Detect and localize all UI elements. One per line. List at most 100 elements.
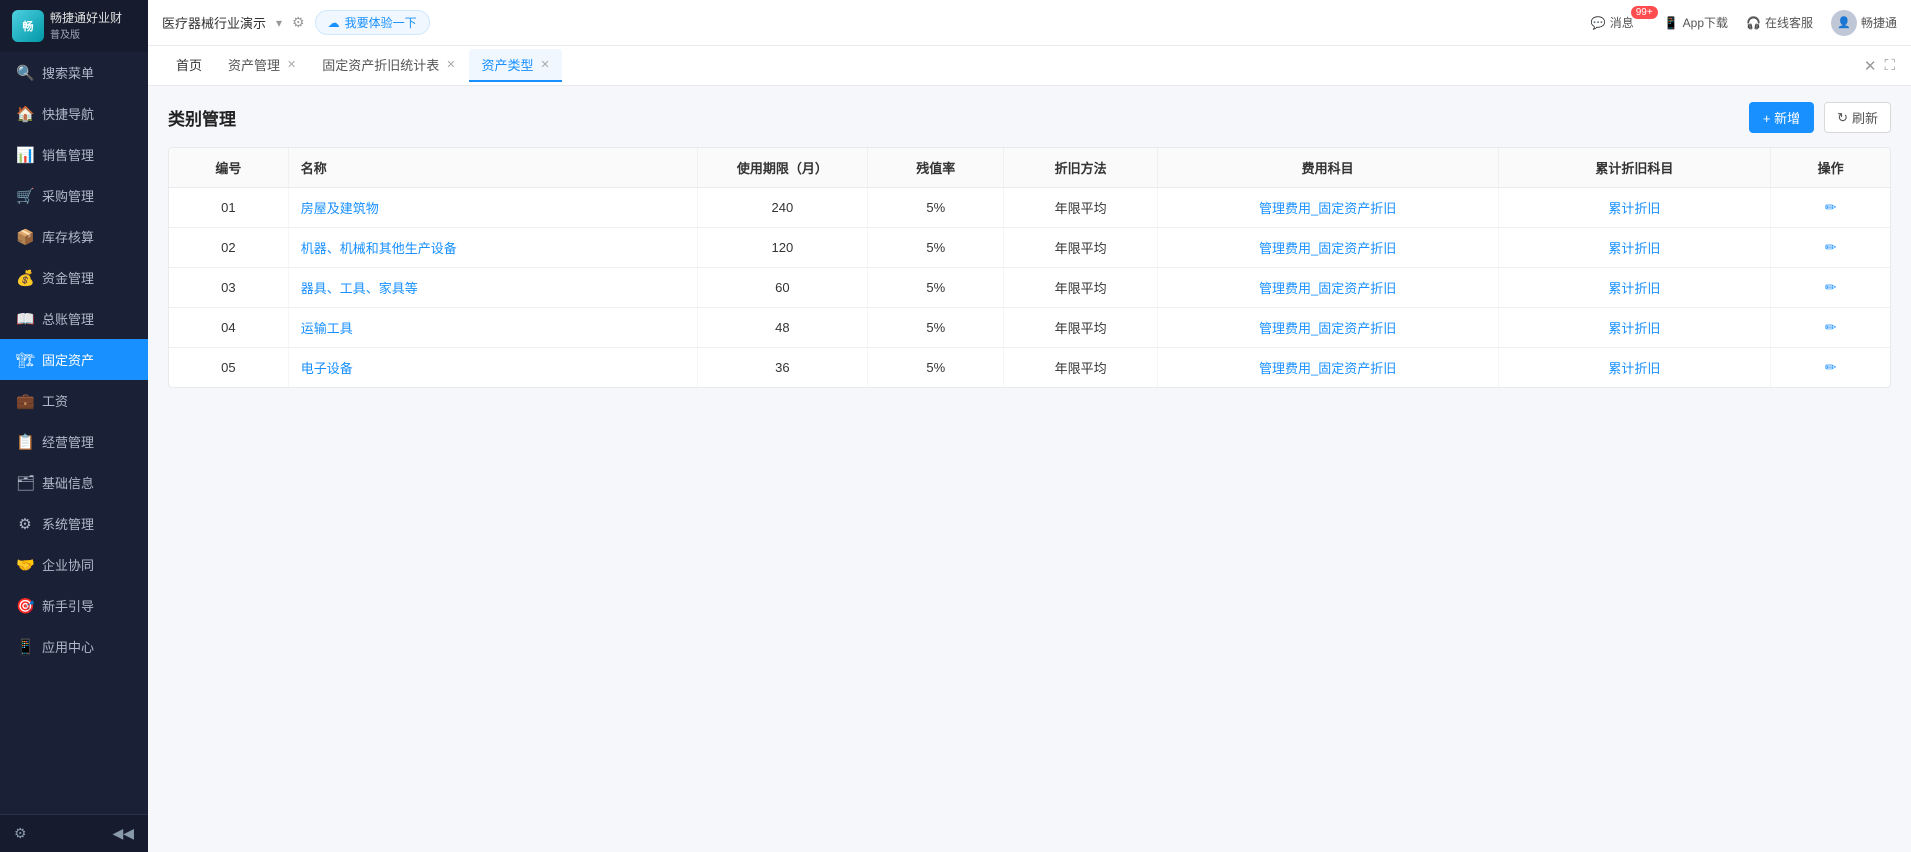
cell-operation: ✏ bbox=[1771, 228, 1890, 268]
sidebar-item-operation[interactable]: 📋 经营管理 bbox=[0, 421, 148, 462]
appcenter-icon: 📱 bbox=[16, 638, 34, 656]
table-row: 04 运输工具 48 5% 年限平均 管理费用_固定资产折旧 累计折旧 ✏ bbox=[169, 308, 1890, 348]
tab-asset-type[interactable]: 资产类型 ✕ bbox=[469, 49, 561, 82]
main-area: 医疗器械行业演示 ▾ ⚙ ☁ 我要体验一下 💬 消息 99+ 📱 App下载 🎧… bbox=[148, 0, 1911, 852]
sidebar-item-label: 基础信息 bbox=[42, 473, 94, 492]
logo-sub: 普及版 bbox=[50, 26, 122, 41]
operation-icon: 📋 bbox=[16, 433, 34, 451]
page-title: 类别管理 bbox=[168, 105, 236, 130]
notification-icon: 💬 bbox=[1591, 16, 1606, 30]
cell-accumulated: 累计折旧 bbox=[1498, 348, 1771, 388]
app-download-label: App下载 bbox=[1683, 14, 1728, 31]
sidebar-logo: 畅 畅捷通好业财 普及版 bbox=[0, 0, 148, 52]
tab-asset-type-label: 资产类型 bbox=[481, 55, 533, 74]
topbar-gear-icon[interactable]: ⚙ bbox=[292, 14, 305, 31]
sidebar-item-system[interactable]: ⚙ 系统管理 bbox=[0, 503, 148, 544]
sidebar-item-inventory[interactable]: 📦 库存核算 bbox=[0, 216, 148, 257]
collapse-icon[interactable]: ◀◀ bbox=[112, 825, 134, 842]
edit-icon[interactable]: ✏ bbox=[1825, 239, 1837, 255]
sidebar-item-search[interactable]: 🔍 搜索菜单 bbox=[0, 52, 148, 93]
purchase-icon: 🛒 bbox=[16, 187, 34, 205]
cell-method: 年限平均 bbox=[1004, 348, 1157, 388]
edit-icon[interactable]: ✏ bbox=[1825, 359, 1837, 375]
sidebar-item-basic[interactable]: 🗂 基础信息 bbox=[0, 462, 148, 503]
experience-button[interactable]: ☁ 我要体验一下 bbox=[315, 10, 430, 35]
sidebar-item-label: 应用中心 bbox=[42, 637, 94, 656]
tab-depreciation[interactable]: 固定资产折旧统计表 ✕ bbox=[310, 49, 467, 82]
page-header: 类别管理 + 新增 ↻ 刷新 bbox=[168, 102, 1891, 133]
cell-name: 器具、工具、家具等 bbox=[288, 268, 697, 308]
search-icon: 🔍 bbox=[16, 64, 34, 82]
sidebar-item-sales[interactable]: 📊 销售管理 bbox=[0, 134, 148, 175]
tab-asset-mgmt-label: 资产管理 bbox=[228, 55, 280, 74]
edit-icon[interactable]: ✏ bbox=[1825, 199, 1837, 215]
sidebar-item-guide[interactable]: 🎯 新手引导 bbox=[0, 585, 148, 626]
sidebar-item-label: 总账管理 bbox=[42, 309, 94, 328]
tab-depreciation-close[interactable]: ✕ bbox=[446, 58, 455, 71]
col-header-residual: 残值率 bbox=[868, 148, 1004, 188]
sidebar-item-label: 企业协同 bbox=[42, 555, 94, 574]
col-header-operation: 操作 bbox=[1771, 148, 1890, 188]
window-close-icon[interactable]: ✕ bbox=[1864, 57, 1877, 75]
avatar: 👤 bbox=[1831, 10, 1857, 36]
sidebar-item-enterprise[interactable]: 🤝 企业协同 bbox=[0, 544, 148, 585]
notification-badge: 99+ bbox=[1631, 6, 1658, 19]
col-header-expense: 费用科目 bbox=[1157, 148, 1498, 188]
cell-period: 36 bbox=[697, 348, 867, 388]
logo-text: 畅捷通好业财 bbox=[50, 11, 122, 27]
tab-home[interactable]: 首页 bbox=[164, 49, 214, 82]
cell-method: 年限平均 bbox=[1004, 188, 1157, 228]
dropdown-arrow-icon[interactable]: ▾ bbox=[276, 16, 282, 30]
table-row: 02 机器、机械和其他生产设备 120 5% 年限平均 管理费用_固定资产折旧 … bbox=[169, 228, 1890, 268]
col-header-method: 折旧方法 bbox=[1004, 148, 1157, 188]
cell-id: 04 bbox=[169, 308, 288, 348]
topbar-left: 医疗器械行业演示 ▾ ⚙ ☁ 我要体验一下 bbox=[162, 10, 430, 35]
capital-icon: 💰 bbox=[16, 269, 34, 287]
sidebar-item-purchase[interactable]: 🛒 采购管理 bbox=[0, 175, 148, 216]
window-maximize-icon[interactable]: ⛶ bbox=[1884, 57, 1895, 74]
cell-operation: ✏ bbox=[1771, 348, 1890, 388]
sidebar-item-label: 工资 bbox=[42, 391, 68, 410]
tab-asset-mgmt-close[interactable]: ✕ bbox=[287, 58, 296, 71]
cell-id: 01 bbox=[169, 188, 288, 228]
data-table: 编号 名称 使用期限（月） 残值率 折旧方法 费用科目 累计折旧科目 操作 01… bbox=[168, 147, 1891, 388]
app-download-icon: 📱 bbox=[1664, 16, 1679, 30]
sidebar-item-label: 新手引导 bbox=[42, 596, 94, 615]
home-icon: 🏠 bbox=[16, 105, 34, 123]
notification-button[interactable]: 💬 消息 99+ bbox=[1591, 14, 1646, 31]
refresh-button[interactable]: ↻ 刷新 bbox=[1824, 102, 1891, 133]
online-service-label: 在线客服 bbox=[1765, 14, 1813, 31]
fixed-asset-icon: 🏗 bbox=[16, 351, 34, 369]
sidebar-item-fixed[interactable]: 🏗 固定资产 bbox=[0, 339, 148, 380]
cell-expense: 管理费用_固定资产折旧 bbox=[1157, 188, 1498, 228]
edit-icon[interactable]: ✏ bbox=[1825, 319, 1837, 335]
tab-home-label: 首页 bbox=[176, 55, 202, 74]
sidebar-item-capital[interactable]: 💰 资金管理 bbox=[0, 257, 148, 298]
cell-method: 年限平均 bbox=[1004, 268, 1157, 308]
tab-asset-mgmt[interactable]: 资产管理 ✕ bbox=[216, 49, 308, 82]
experience-label: 我要体验一下 bbox=[345, 14, 417, 31]
cell-accumulated: 累计折旧 bbox=[1498, 228, 1771, 268]
sidebar-item-ledger[interactable]: 📖 总账管理 bbox=[0, 298, 148, 339]
col-header-period: 使用期限（月） bbox=[697, 148, 867, 188]
sidebar-item-salary[interactable]: 💼 工资 bbox=[0, 380, 148, 421]
cell-id: 02 bbox=[169, 228, 288, 268]
app-download-button[interactable]: 📱 App下载 bbox=[1664, 14, 1728, 31]
cell-operation: ✏ bbox=[1771, 188, 1890, 228]
online-service-button[interactable]: 🎧 在线客服 bbox=[1746, 14, 1813, 31]
sidebar-item-label: 库存核算 bbox=[42, 227, 94, 246]
new-button[interactable]: + 新增 bbox=[1749, 102, 1814, 133]
sidebar: 畅 畅捷通好业财 普及版 🔍 搜索菜单 🏠 快捷导航 📊 销售管理 🛒 采购管理… bbox=[0, 0, 148, 852]
ledger-icon: 📖 bbox=[16, 310, 34, 328]
sidebar-item-appcenter[interactable]: 📱 应用中心 bbox=[0, 626, 148, 667]
sidebar-item-quicknav[interactable]: 🏠 快捷导航 bbox=[0, 93, 148, 134]
sidebar-nav: 🔍 搜索菜单 🏠 快捷导航 📊 销售管理 🛒 采购管理 📦 库存核算 💰 资金管… bbox=[0, 52, 148, 814]
settings-icon[interactable]: ⚙ bbox=[14, 825, 27, 842]
sidebar-item-label: 采购管理 bbox=[42, 186, 94, 205]
cell-expense: 管理费用_固定资产折旧 bbox=[1157, 308, 1498, 348]
col-header-accumulated: 累计折旧科目 bbox=[1498, 148, 1771, 188]
user-profile[interactable]: 👤 畅捷通 bbox=[1831, 10, 1897, 36]
sidebar-item-label: 销售管理 bbox=[42, 145, 94, 164]
edit-icon[interactable]: ✏ bbox=[1825, 279, 1837, 295]
tab-asset-type-close[interactable]: ✕ bbox=[541, 58, 550, 71]
